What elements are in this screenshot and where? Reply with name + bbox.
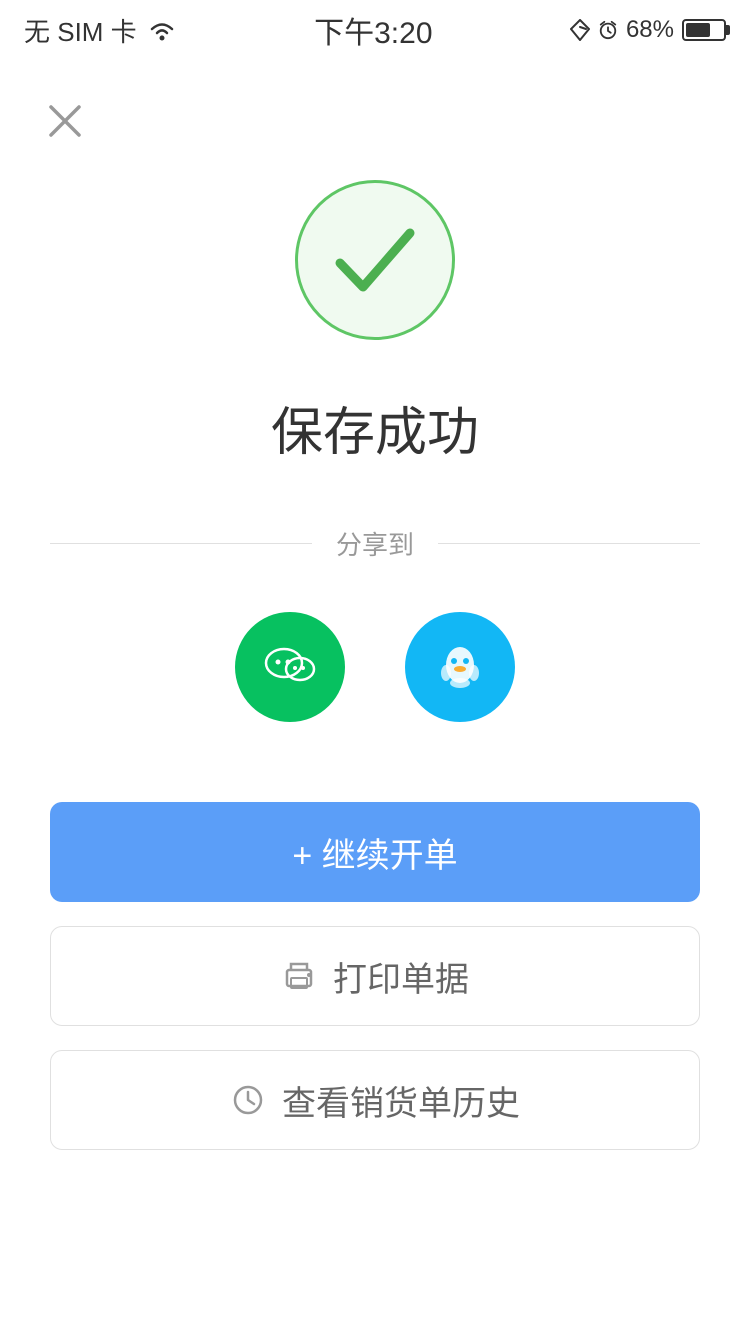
history-button[interactable]: 查看销货单历史 — [50, 1050, 700, 1150]
battery-icon — [682, 19, 726, 41]
wechat-icon — [258, 635, 323, 700]
success-section: 保存成功 分享到 — [0, 60, 750, 1150]
close-icon — [47, 103, 83, 139]
divider-section: 分享到 — [0, 525, 750, 562]
divider-left — [50, 543, 312, 544]
success-circle — [295, 180, 455, 340]
battery-percent: 68% — [626, 16, 674, 44]
history-label: 查看销货单历史 — [282, 1076, 520, 1125]
success-title: 保存成功 — [271, 390, 479, 465]
status-left: 无 SIM 卡 — [24, 12, 177, 49]
status-bar: 无 SIM 卡 下午3:20 68% — [0, 0, 750, 60]
continue-button[interactable]: + 继续开单 — [50, 802, 700, 902]
close-button[interactable] — [40, 96, 90, 146]
action-buttons: + 继续开单 打印单据 查看销货单历史 — [0, 802, 750, 1150]
wechat-share-button[interactable] — [235, 612, 345, 722]
divider-right — [438, 543, 700, 544]
print-icon — [281, 958, 317, 994]
alarm-icon — [598, 19, 618, 41]
history-icon — [230, 1082, 266, 1118]
share-icons — [235, 612, 515, 722]
print-button[interactable]: 打印单据 — [50, 926, 700, 1026]
location-icon — [570, 19, 590, 41]
share-label: 分享到 — [312, 525, 438, 562]
qq-icon — [428, 635, 493, 700]
wifi-icon — [147, 19, 177, 41]
print-label: 打印单据 — [333, 952, 469, 1001]
status-right: 68% — [570, 16, 726, 44]
main-content: 保存成功 分享到 — [0, 60, 750, 1334]
status-time: 下午3:20 — [314, 8, 432, 52]
checkmark-icon — [335, 225, 415, 295]
no-sim-text: 无 SIM 卡 — [24, 12, 137, 49]
qq-share-button[interactable] — [405, 612, 515, 722]
